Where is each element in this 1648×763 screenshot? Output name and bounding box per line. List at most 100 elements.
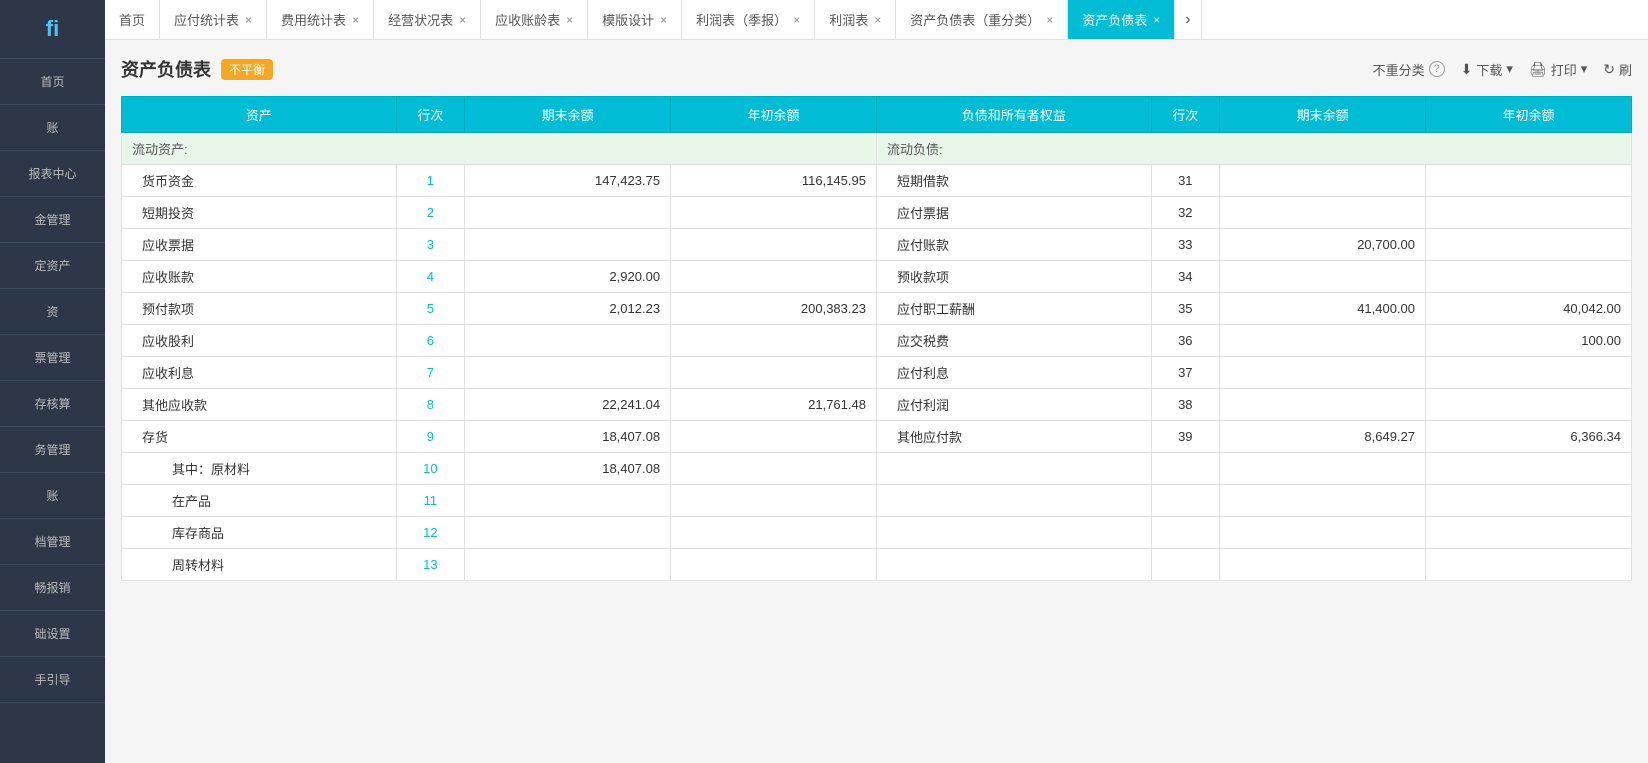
end-balance-right[interactable] bbox=[1220, 517, 1426, 549]
sidebar-item-fixed-assets[interactable]: 定资产 bbox=[0, 243, 105, 289]
begin-balance-left[interactable] bbox=[671, 229, 877, 261]
begin-balance-left[interactable] bbox=[671, 421, 877, 453]
begin-balance-right[interactable] bbox=[1426, 389, 1632, 421]
end-balance-left[interactable] bbox=[465, 197, 671, 229]
end-balance-right[interactable] bbox=[1220, 485, 1426, 517]
row-number-right: 31 bbox=[1151, 165, 1220, 197]
sidebar-item-expense[interactable]: 畅报销 bbox=[0, 565, 105, 611]
download-button[interactable]: ⬇ 下载 ▾ bbox=[1461, 60, 1513, 79]
end-balance-left[interactable] bbox=[465, 229, 671, 261]
end-balance-left[interactable]: 2,920.00 bbox=[465, 261, 671, 293]
begin-balance-left[interactable] bbox=[671, 453, 877, 485]
close-icon[interactable]: × bbox=[1153, 13, 1160, 27]
end-balance-right[interactable]: 41,400.00 bbox=[1220, 293, 1426, 325]
sidebar-item-report-center[interactable]: 报表中心 bbox=[0, 151, 105, 197]
sidebar-item-archive[interactable]: 档管理 bbox=[0, 519, 105, 565]
begin-balance-right[interactable] bbox=[1426, 229, 1632, 261]
begin-balance-left[interactable] bbox=[671, 517, 877, 549]
begin-balance-left[interactable]: 200,383.23 bbox=[671, 293, 877, 325]
end-balance-left[interactable] bbox=[465, 325, 671, 357]
begin-balance-right[interactable] bbox=[1426, 197, 1632, 229]
end-balance-right[interactable] bbox=[1220, 197, 1426, 229]
end-balance-left[interactable]: 147,423.75 bbox=[465, 165, 671, 197]
close-icon[interactable]: × bbox=[1046, 13, 1053, 27]
begin-balance-left[interactable] bbox=[671, 261, 877, 293]
begin-balance-left[interactable] bbox=[671, 485, 877, 517]
end-balance-left[interactable]: 18,407.08 bbox=[465, 453, 671, 485]
end-balance-left[interactable]: 2,012.23 bbox=[465, 293, 671, 325]
asset-name: 预付款项 bbox=[122, 293, 397, 325]
sidebar-item-business-mgmt[interactable]: 务管理 bbox=[0, 427, 105, 473]
sidebar-item-capital[interactable]: 资 bbox=[0, 289, 105, 335]
table-row: 库存商品 12 bbox=[122, 517, 1632, 549]
begin-balance-right[interactable] bbox=[1426, 485, 1632, 517]
begin-balance-left[interactable]: 116,145.95 bbox=[671, 165, 877, 197]
close-icon[interactable]: × bbox=[566, 13, 573, 27]
close-icon[interactable]: × bbox=[352, 13, 359, 27]
print-button[interactable]: 🖨 打印 ▾ bbox=[1529, 60, 1587, 79]
end-balance-right[interactable] bbox=[1220, 357, 1426, 389]
end-balance-left[interactable] bbox=[465, 549, 671, 581]
end-balance-left[interactable] bbox=[465, 357, 671, 389]
begin-balance-right[interactable] bbox=[1426, 357, 1632, 389]
end-balance-left[interactable] bbox=[465, 517, 671, 549]
close-icon[interactable]: × bbox=[245, 13, 252, 27]
begin-balance-left[interactable] bbox=[671, 357, 877, 389]
sidebar-item-fund-mgmt[interactable]: 金管理 bbox=[0, 197, 105, 243]
sidebar-item-guide[interactable]: 手引导 bbox=[0, 657, 105, 703]
tab-template-design[interactable]: 模版设计 × bbox=[588, 0, 682, 40]
tab-profit[interactable]: 利润表 × bbox=[815, 0, 896, 40]
end-balance-left[interactable]: 22,241.04 bbox=[465, 389, 671, 421]
begin-balance-left[interactable] bbox=[671, 197, 877, 229]
begin-balance-right[interactable]: 100.00 bbox=[1426, 325, 1632, 357]
end-balance-right[interactable]: 20,700.00 bbox=[1220, 229, 1426, 261]
close-icon[interactable]: × bbox=[874, 13, 881, 27]
close-icon[interactable]: × bbox=[660, 13, 667, 27]
end-balance-left[interactable]: 18,407.08 bbox=[465, 421, 671, 453]
tab-operations[interactable]: 经营状况表 × bbox=[374, 0, 481, 40]
help-icon[interactable]: ? bbox=[1429, 61, 1445, 77]
end-balance-right[interactable] bbox=[1220, 261, 1426, 293]
begin-balance-right[interactable] bbox=[1426, 549, 1632, 581]
begin-balance-right[interactable] bbox=[1426, 517, 1632, 549]
close-icon[interactable]: × bbox=[793, 13, 800, 27]
table-row: 应收股利 6 应交税费 36 100.00 bbox=[122, 325, 1632, 357]
sidebar-item-ledger[interactable]: 账 bbox=[0, 473, 105, 519]
end-balance-right[interactable]: 8,649.27 bbox=[1220, 421, 1426, 453]
begin-balance-right[interactable]: 40,042.00 bbox=[1426, 293, 1632, 325]
tab-scroll-right[interactable]: › bbox=[1175, 0, 1201, 40]
sidebar-item-home[interactable]: 首页 bbox=[0, 59, 105, 105]
tab-balance-sheet[interactable]: 资产负债表 × bbox=[1068, 0, 1175, 40]
close-icon[interactable]: × bbox=[459, 13, 466, 27]
refresh-button[interactable]: ↻ 刷 bbox=[1603, 60, 1632, 79]
tab-payable-stats[interactable]: 应付统计表 × bbox=[160, 0, 267, 40]
end-balance-left[interactable] bbox=[465, 485, 671, 517]
end-balance-right[interactable] bbox=[1220, 325, 1426, 357]
table-row: 其他应收款 8 22,241.04 21,761.48 应付利润 38 bbox=[122, 389, 1632, 421]
row-number-right: 37 bbox=[1151, 357, 1220, 389]
sidebar-logo: fi bbox=[0, 0, 105, 59]
asset-name: 其他应收款 bbox=[122, 389, 397, 421]
begin-balance-left[interactable] bbox=[671, 549, 877, 581]
begin-balance-left[interactable]: 21,761.48 bbox=[671, 389, 877, 421]
sidebar-item-inventory[interactable]: 存核算 bbox=[0, 381, 105, 427]
tab-profit-quarterly[interactable]: 利润表（季报） × bbox=[682, 0, 815, 40]
end-balance-right[interactable] bbox=[1220, 549, 1426, 581]
begin-balance-right[interactable] bbox=[1426, 261, 1632, 293]
begin-balance-right[interactable] bbox=[1426, 453, 1632, 485]
tab-receivable-aging[interactable]: 应收账龄表 × bbox=[481, 0, 588, 40]
no-reclassify-button[interactable]: 不重分类 ? bbox=[1373, 60, 1445, 79]
begin-balance-right[interactable] bbox=[1426, 165, 1632, 197]
tab-home[interactable]: 首页 bbox=[105, 0, 160, 40]
sidebar-item-settings[interactable]: 础设置 bbox=[0, 611, 105, 657]
row-number-right bbox=[1151, 485, 1220, 517]
sidebar-item-ticket-mgmt[interactable]: 票管理 bbox=[0, 335, 105, 381]
end-balance-right[interactable] bbox=[1220, 165, 1426, 197]
end-balance-right[interactable] bbox=[1220, 389, 1426, 421]
begin-balance-left[interactable] bbox=[671, 325, 877, 357]
sidebar-item-account[interactable]: 账 bbox=[0, 105, 105, 151]
tab-balance-reclassified[interactable]: 资产负债表（重分类） × bbox=[896, 0, 1068, 40]
end-balance-right[interactable] bbox=[1220, 453, 1426, 485]
begin-balance-right[interactable]: 6,366.34 bbox=[1426, 421, 1632, 453]
tab-expense-stats[interactable]: 费用统计表 × bbox=[267, 0, 374, 40]
